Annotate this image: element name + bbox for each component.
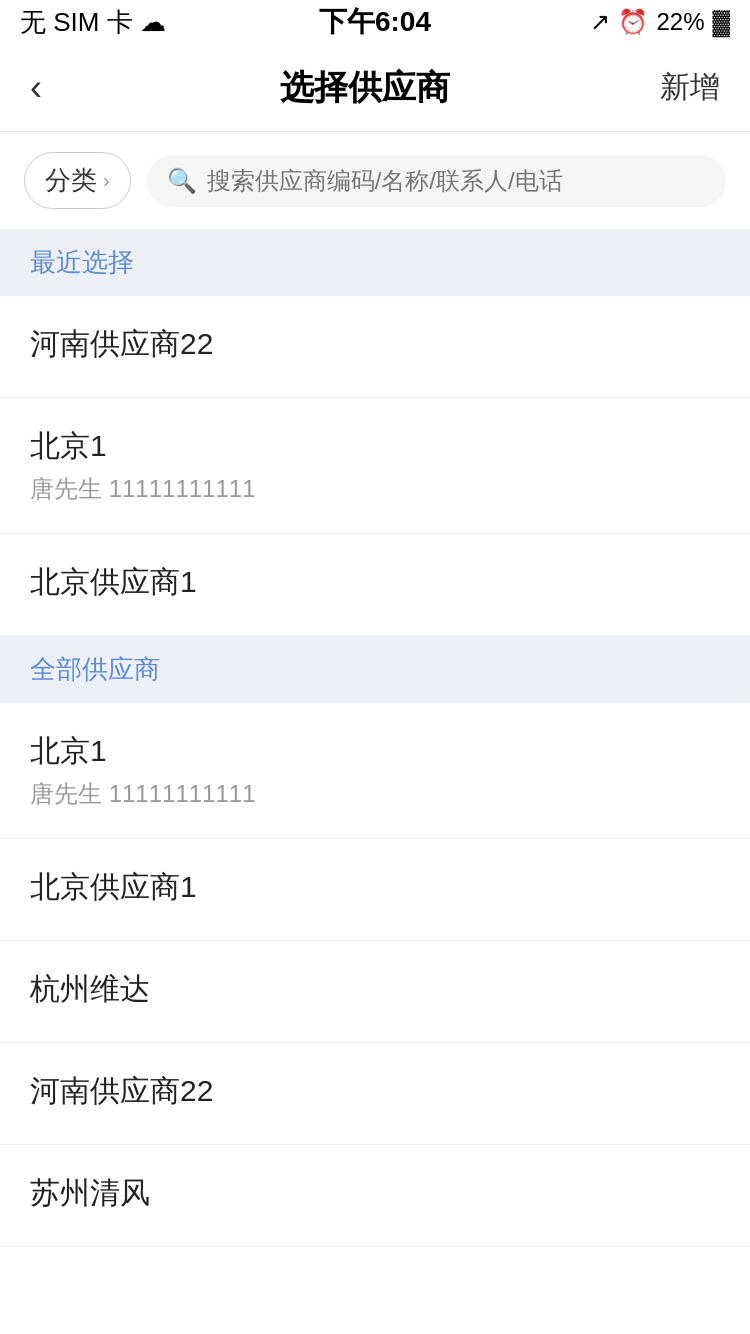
item-sub: 唐先生 11111111111	[30, 778, 720, 810]
page-title: 选择供应商	[90, 65, 640, 111]
category-label: 分类	[45, 163, 97, 198]
battery-icon: ▓	[713, 8, 731, 36]
item-sub: 唐先生 11111111111	[30, 473, 720, 505]
search-bar: 分类 › 🔍	[0, 132, 750, 229]
sim-text: 无 SIM 卡 ☁	[20, 5, 166, 40]
search-input-wrap: 🔍	[147, 155, 726, 207]
item-name: 北京1	[30, 426, 720, 467]
list-item[interactable]: 北京供应商1	[0, 534, 750, 636]
all-list: 北京1 唐先生 11111111111 北京供应商1 杭州维达 河南供应商22 苏…	[0, 703, 750, 1247]
status-time: 下午6:04	[319, 3, 431, 41]
list-item[interactable]: 北京1 唐先生 11111111111	[0, 703, 750, 839]
item-name: 杭州维达	[30, 969, 720, 1010]
all-section-label: 全部供应商	[30, 654, 160, 684]
alarm-icon: ⏰	[618, 8, 648, 36]
back-button[interactable]: ‹	[30, 67, 90, 109]
item-name: 北京供应商1	[30, 867, 720, 908]
all-section-header: 全部供应商	[0, 636, 750, 703]
nav-bar: ‹ 选择供应商 新增	[0, 44, 750, 132]
status-bar: 无 SIM 卡 ☁ 下午6:04 ↗ ⏰ 22% ▓	[0, 0, 750, 44]
chevron-right-icon: ›	[103, 169, 110, 192]
search-icon: 🔍	[167, 167, 197, 195]
location-icon: ↗	[590, 8, 610, 36]
list-item[interactable]: 河南供应商22	[0, 296, 750, 398]
search-input[interactable]	[207, 167, 706, 195]
recent-list: 河南供应商22 北京1 唐先生 11111111111 北京供应商1	[0, 296, 750, 636]
add-button[interactable]: 新增	[640, 67, 720, 108]
item-name: 河南供应商22	[30, 1071, 720, 1112]
item-name: 北京供应商1	[30, 562, 720, 603]
list-item[interactable]: 杭州维达	[0, 941, 750, 1043]
recent-section-label: 最近选择	[30, 247, 134, 277]
status-left: 无 SIM 卡 ☁	[20, 5, 166, 40]
item-name: 河南供应商22	[30, 324, 720, 365]
list-item[interactable]: 北京1 唐先生 11111111111	[0, 398, 750, 534]
item-name: 苏州清风	[30, 1173, 720, 1214]
recent-section-header: 最近选择	[0, 229, 750, 296]
item-name: 北京1	[30, 731, 720, 772]
status-right: ↗ ⏰ 22% ▓	[590, 8, 730, 36]
category-button[interactable]: 分类 ›	[24, 152, 131, 209]
list-item[interactable]: 北京供应商1	[0, 839, 750, 941]
list-item[interactable]: 苏州清风	[0, 1145, 750, 1247]
battery-text: 22%	[656, 8, 704, 36]
list-item[interactable]: 河南供应商22	[0, 1043, 750, 1145]
